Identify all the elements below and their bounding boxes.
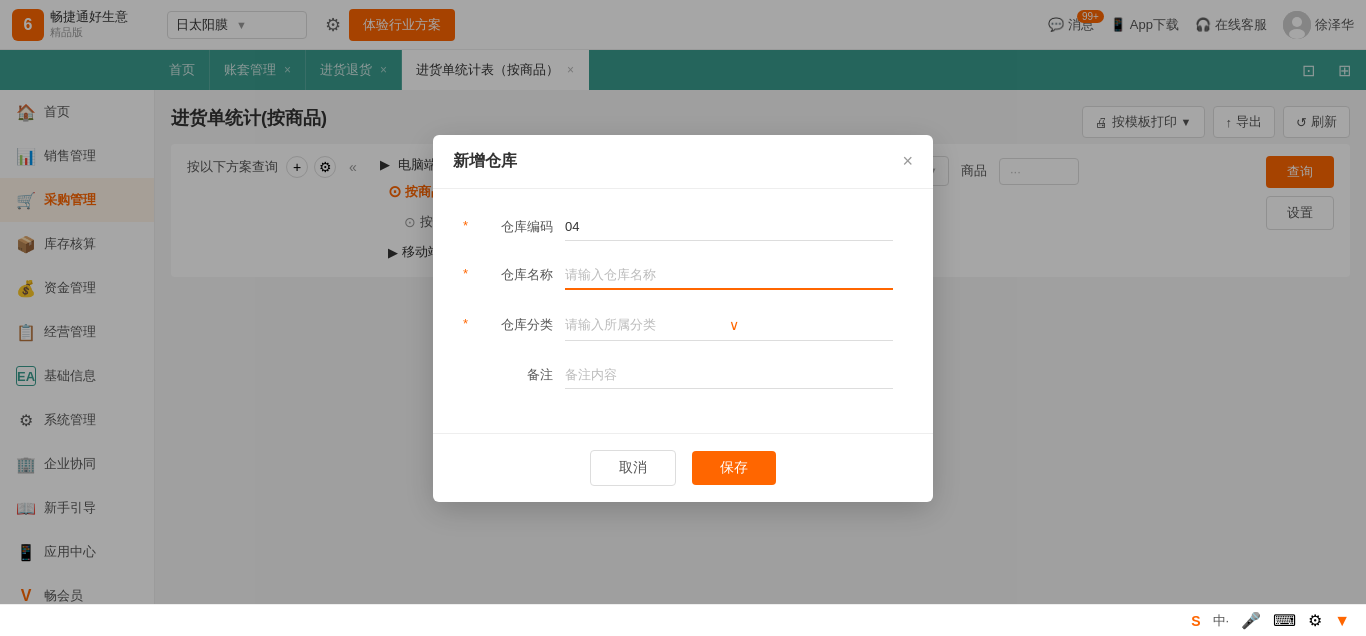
zh-icon: 中· xyxy=(1213,612,1230,630)
cancel-button[interactable]: 取消 xyxy=(590,450,676,486)
type-arrow-icon: ∨ xyxy=(729,317,893,333)
mic-icon[interactable]: 🎤 xyxy=(1241,611,1261,630)
keyboard-icon[interactable]: ⌨ xyxy=(1273,611,1296,630)
form-row-name: 仓库名称 xyxy=(473,261,893,290)
dialog-new-warehouse: 新增仓库 × 仓库编码 仓库名称 仓库分类 请输入所属分类 ∨ xyxy=(433,135,933,502)
form-row-code: 仓库编码 xyxy=(473,213,893,241)
code-label: 仓库编码 xyxy=(473,218,553,236)
remark-input[interactable] xyxy=(565,361,893,389)
form-row-remark: 备注 xyxy=(473,361,893,389)
save-button[interactable]: 保存 xyxy=(692,451,776,485)
type-select[interactable]: 请输入所属分类 ∨ xyxy=(565,310,893,341)
shuang-icon: S xyxy=(1191,613,1200,629)
dialog-title: 新增仓库 xyxy=(453,151,517,172)
modal-overlay: 新增仓库 × 仓库编码 仓库名称 仓库分类 请输入所属分类 ∨ xyxy=(0,0,1366,636)
status-bar: S 中· 🎤 ⌨ ⚙ ▼ xyxy=(0,604,1366,636)
name-input[interactable] xyxy=(565,261,893,290)
close2-icon[interactable]: ▼ xyxy=(1334,612,1350,630)
remark-label: 备注 xyxy=(473,366,553,384)
type-label: 仓库分类 xyxy=(473,316,553,334)
name-label: 仓库名称 xyxy=(473,266,553,284)
dialog-header: 新增仓库 × xyxy=(433,135,933,189)
dialog-body: 仓库编码 仓库名称 仓库分类 请输入所属分类 ∨ 备注 xyxy=(433,189,933,433)
dialog-footer: 取消 保存 xyxy=(433,433,933,502)
form-row-type: 仓库分类 请输入所属分类 ∨ xyxy=(473,310,893,341)
settings2-icon[interactable]: ⚙ xyxy=(1308,611,1322,630)
dialog-close-button[interactable]: × xyxy=(902,152,913,170)
code-input[interactable] xyxy=(565,213,893,241)
